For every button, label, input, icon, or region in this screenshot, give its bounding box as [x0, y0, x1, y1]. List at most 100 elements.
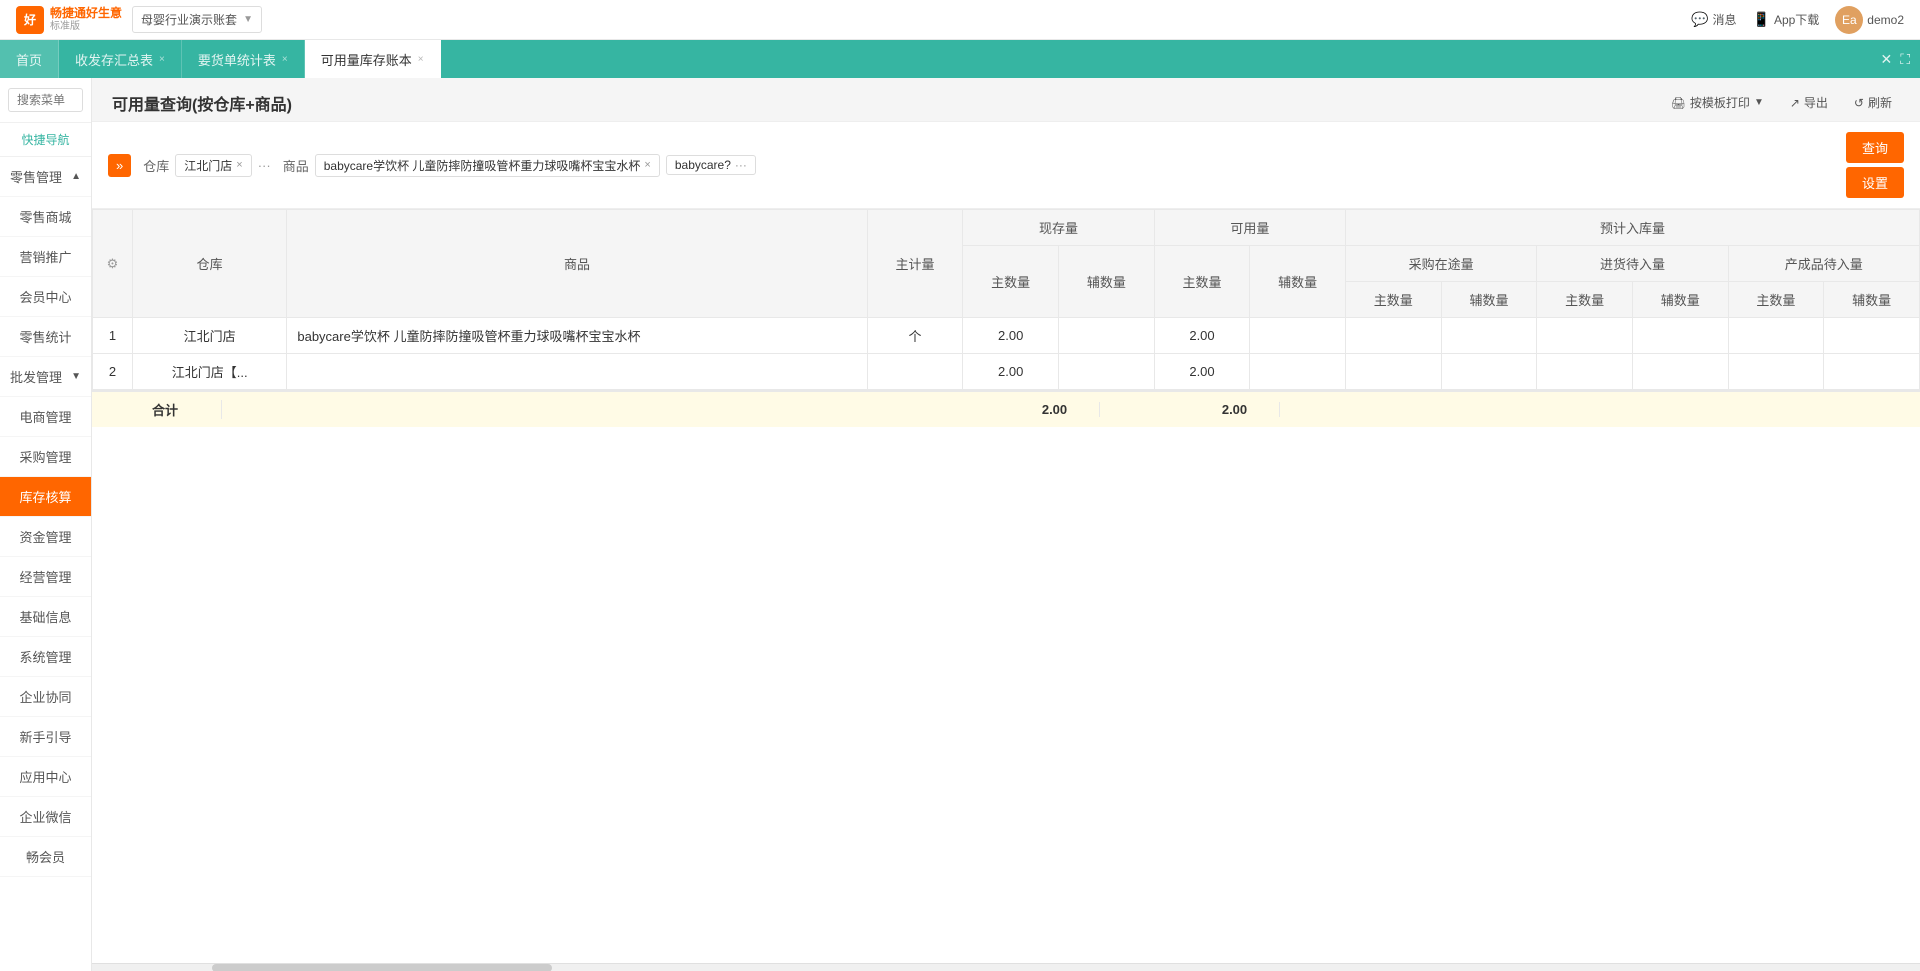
goods-filter-tag2[interactable]: babycare? ···	[666, 155, 756, 175]
sidebar-item-retail-mall[interactable]: 零售商城	[0, 197, 91, 237]
cell-purchase-sub	[1441, 354, 1537, 390]
col-inbound-sub-header: 辅数量	[1632, 282, 1728, 318]
goods-filter-more[interactable]: ···	[735, 158, 747, 172]
sidebar-item-ecommerce[interactable]: 电商管理	[0, 397, 91, 437]
horizontal-scrollbar[interactable]	[92, 963, 1920, 971]
warehouse-more-icon[interactable]: ···	[258, 158, 271, 173]
sidebar-item-retail-stats[interactable]: 零售统计	[0, 317, 91, 357]
table-footer: 合计 2.00 2.00	[92, 390, 1920, 427]
sidebar-item-enterprise-wechat[interactable]: 企业微信	[0, 797, 91, 837]
app-center-label: 应用中心	[19, 770, 71, 785]
message-button[interactable]: 💬 消息	[1691, 11, 1736, 28]
sidebar-item-new-guide[interactable]: 新手引导	[0, 717, 91, 757]
cell-avail-main: 2.00	[1154, 318, 1250, 354]
table-row: 1 江北门店 babycare学饮杯 儿童防摔防撞吸管杯重力球吸嘴杯宝宝水杯 个…	[93, 318, 1920, 354]
sidebar-item-basic-info[interactable]: 基础信息	[0, 597, 91, 637]
filter-bar: » 仓库 江北门店 × ··· 商品 babycare学饮杯 儿童防摔防撞吸管杯…	[92, 121, 1920, 209]
cell-inbound-main	[1537, 318, 1633, 354]
app-name: 畅捷通好生意	[50, 6, 122, 20]
footer-avail-main: 2.00	[1190, 402, 1280, 417]
data-table-wrapper: ⚙ 仓库 商品 主计量 现存量 可用量 预计入库量 主数量 辅数量 主数量 辅数…	[92, 209, 1920, 963]
gear-icon[interactable]: ⚙	[107, 256, 119, 271]
col-main-uom-header: 主计量	[867, 210, 963, 318]
warehouse-filter-close[interactable]: ×	[236, 159, 242, 171]
wholesale-label: 批发管理	[10, 367, 62, 386]
avatar: Ea	[1835, 6, 1863, 34]
goods-filter-tag1[interactable]: babycare学饮杯 儿童防摔防撞吸管杯重力球吸嘴杯宝宝水杯 ×	[315, 154, 660, 177]
tab-available-stock[interactable]: 可用量库存账本 ×	[305, 40, 441, 78]
top-bar-left: 好 畅捷通好生意 标准版 母婴行业演示账套 ▼	[16, 6, 262, 34]
cell-index: 2	[93, 354, 133, 390]
app-download-button[interactable]: 📱 App下载	[1753, 11, 1820, 28]
warehouse-filter-tag[interactable]: 江北门店 ×	[175, 154, 251, 177]
sidebar-item-marketing[interactable]: 营销推广	[0, 237, 91, 277]
purchase-label: 采购管理	[19, 450, 71, 465]
basic-info-label: 基础信息	[19, 610, 71, 625]
industry-selector[interactable]: 母婴行业演示账套 ▼	[132, 6, 262, 33]
col-production-group-header: 产成品待入量	[1728, 246, 1919, 282]
tab-receivables-close[interactable]: ×	[159, 54, 165, 65]
message-icon: 💬	[1691, 11, 1708, 28]
col-production-main-header: 主数量	[1728, 282, 1824, 318]
scrollbar-thumb[interactable]	[212, 964, 552, 971]
footer-stock-main: 2.00	[1010, 402, 1100, 417]
tab-home[interactable]: 首页	[0, 40, 59, 78]
sidebar-item-wholesale-management[interactable]: 批发管理 ▼	[0, 357, 91, 397]
sidebar-search-area	[0, 78, 91, 123]
fullscreen-icon[interactable]: ⛶	[1900, 51, 1910, 68]
refresh-button[interactable]: ↺ 刷新	[1846, 90, 1900, 115]
sidebar-item-system[interactable]: 系统管理	[0, 637, 91, 677]
sidebar-item-enterprise-collab[interactable]: 企业协同	[0, 677, 91, 717]
cell-stock-sub	[1059, 354, 1155, 390]
col-production-sub-header: 辅数量	[1824, 282, 1920, 318]
search-input[interactable]	[8, 88, 83, 112]
sidebar: 快捷导航 零售管理 ▲ 零售商城 营销推广 会员中心 零售统计 批发管理 ▼ 电…	[0, 78, 92, 971]
avatar-text: Ea	[1842, 13, 1857, 27]
col-available-group-header: 可用量	[1154, 210, 1345, 246]
ecommerce-label: 电商管理	[19, 410, 71, 425]
phone-icon: 📱	[1753, 11, 1770, 28]
sidebar-item-operations[interactable]: 经营管理	[0, 557, 91, 597]
col-inbound-group-header: 进货待入量	[1537, 246, 1728, 282]
logo-icon: 好	[16, 6, 44, 34]
sidebar-item-app-center[interactable]: 应用中心	[0, 757, 91, 797]
export-icon: ↗	[1790, 96, 1800, 110]
sidebar-item-member[interactable]: 畅会员	[0, 837, 91, 877]
user-profile[interactable]: Ea demo2	[1835, 6, 1904, 34]
tab-receivables-summary[interactable]: 收发存汇总表 ×	[59, 40, 182, 78]
col-goods-header: 商品	[287, 210, 867, 318]
sidebar-item-finance[interactable]: 资金管理	[0, 517, 91, 557]
chevron-down-icon: ▼	[243, 14, 253, 25]
cell-index: 1	[93, 318, 133, 354]
cell-warehouse: 江北门店	[133, 318, 287, 354]
print-button[interactable]: 🖨 按模板打印 ▼	[1663, 90, 1772, 115]
chevron-print-icon: ▼	[1754, 97, 1764, 108]
enterprise-wechat-label: 企业微信	[19, 810, 71, 825]
tab-order-stats-close[interactable]: ×	[282, 54, 288, 65]
col-inbound-main-header: 主数量	[1537, 282, 1633, 318]
close-all-tabs-icon[interactable]: ✕	[1880, 51, 1892, 68]
home-tab-label: 首页	[16, 50, 42, 69]
cell-warehouse: 江北门店【...	[133, 354, 287, 390]
export-label: 导出	[1804, 94, 1828, 111]
warehouse-filter-group: 仓库 江北门店 × ···	[143, 154, 270, 177]
tab-order-stats[interactable]: 要货单统计表 ×	[182, 40, 305, 78]
print-label: 按模板打印	[1690, 94, 1750, 111]
warehouse-filter-value: 江北门店	[184, 157, 232, 174]
export-button[interactable]: ↗ 导出	[1782, 90, 1836, 115]
goods-filter-close1[interactable]: ×	[644, 159, 650, 171]
page-title: 可用量查询(按仓库+商品)	[112, 91, 292, 115]
tab-receivables-label: 收发存汇总表	[75, 50, 153, 69]
query-button[interactable]: 查询	[1846, 132, 1904, 163]
tab-available-stock-close[interactable]: ×	[418, 54, 424, 65]
cell-avail-main: 2.00	[1154, 354, 1250, 390]
settings-button[interactable]: 设置	[1846, 167, 1904, 198]
sidebar-item-retail-management[interactable]: 零售管理 ▲	[0, 157, 91, 197]
sidebar-item-purchase[interactable]: 采购管理	[0, 437, 91, 477]
sidebar-item-inventory[interactable]: 库存核算	[0, 477, 91, 517]
page-header: 可用量查询(按仓库+商品) 🖨 按模板打印 ▼ ↗ 导出 ↺ 刷新	[92, 78, 1920, 121]
sidebar-item-quick-nav[interactable]: 快捷导航	[0, 123, 91, 157]
quick-nav-label: 快捷导航	[21, 133, 69, 147]
filter-toggle-button[interactable]: »	[108, 154, 131, 177]
sidebar-item-member-center[interactable]: 会员中心	[0, 277, 91, 317]
